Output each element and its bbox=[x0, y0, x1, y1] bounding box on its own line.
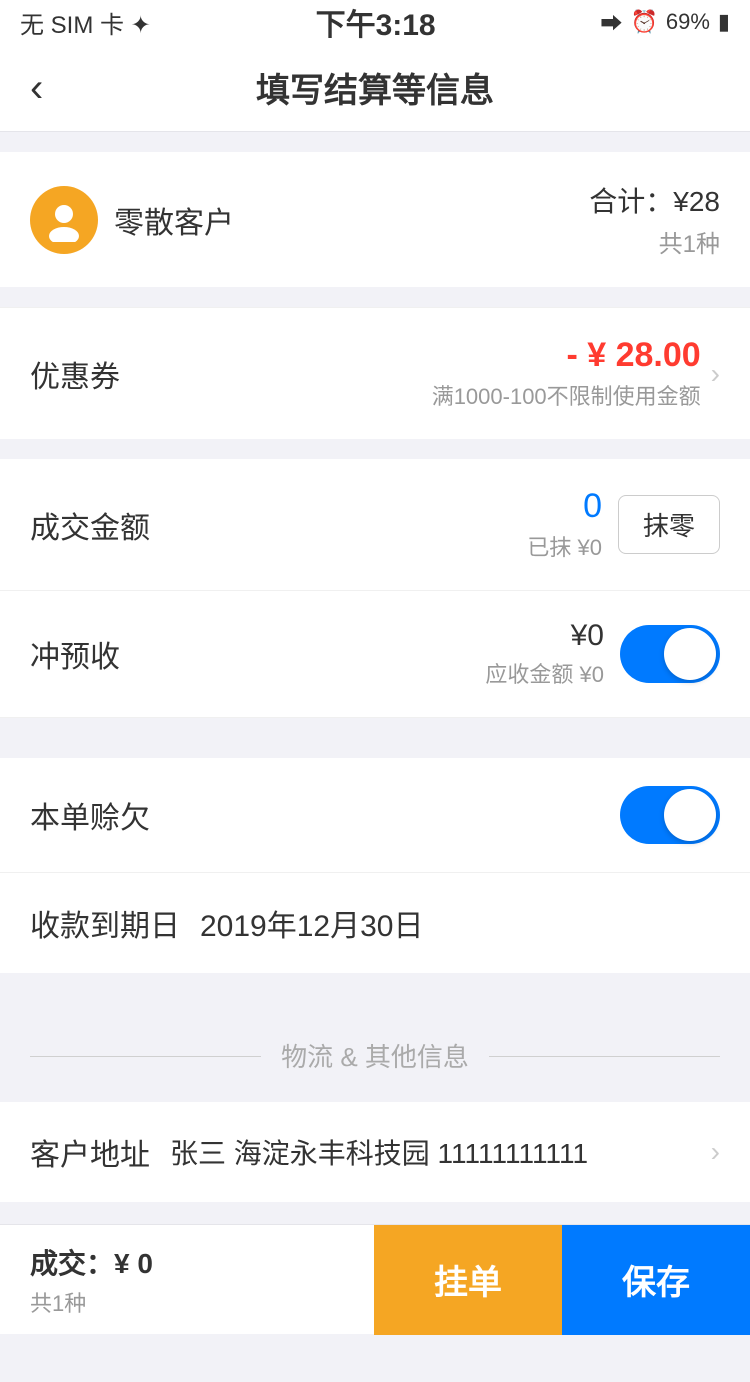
battery-level: 69% bbox=[666, 9, 710, 35]
coupon-right: - ¥ 28.00 满1000-100不限制使用金额 › bbox=[432, 336, 720, 411]
address-section[interactable]: 客户地址 张三 海淀永丰科技园 11111111111 › bbox=[0, 1102, 750, 1202]
logistics-divider: 物流 & 其他信息 bbox=[0, 1013, 750, 1098]
coupon-desc: 满1000-100不限制使用金额 bbox=[432, 379, 701, 411]
debit-toggle-knob bbox=[664, 789, 716, 841]
customer-summary: 合计：¥28 共1种 bbox=[589, 180, 720, 259]
customer-count: 共1种 bbox=[589, 224, 720, 259]
customer-info: 零散客户 bbox=[30, 186, 234, 254]
address-left: 客户地址 张三 海淀永丰科技园 11111111111 bbox=[30, 1130, 588, 1174]
prepayment-value: ¥0 bbox=[485, 619, 604, 653]
address-chevron-icon: › bbox=[711, 1136, 720, 1168]
transaction-amount-label: 成交金额 bbox=[30, 503, 150, 547]
due-date-value: 2019年12月30日 bbox=[200, 901, 423, 945]
bottom-left: 成交：¥ 0 共1种 bbox=[0, 1242, 374, 1318]
coupon-amount: - ¥ 28.00 bbox=[432, 336, 701, 375]
debit-label: 本单赊欠 bbox=[30, 793, 150, 837]
coupon-label: 优惠券 bbox=[30, 352, 120, 396]
section-divider-1 bbox=[0, 439, 750, 459]
bottom-bar: 成交：¥ 0 共1种 挂单 保存 bbox=[0, 1224, 750, 1334]
prepayment-label: 冲预收 bbox=[30, 632, 120, 676]
coupon-section[interactable]: 优惠券 - ¥ 28.00 满1000-100不限制使用金额 › bbox=[0, 307, 750, 439]
prepayment-sub: 应收金额 ¥0 bbox=[485, 657, 604, 689]
customer-section: 零散客户 合计：¥28 共1种 bbox=[0, 152, 750, 287]
debit-toggle[interactable] bbox=[620, 786, 720, 844]
status-left: 无 SIM 卡 ✦ bbox=[20, 5, 151, 40]
debit-section: 本单赊欠 bbox=[0, 758, 750, 872]
address-label: 客户地址 bbox=[30, 1130, 150, 1174]
customer-total: 合计：¥28 bbox=[589, 180, 720, 220]
alarm-icon: ⏰ bbox=[630, 9, 657, 35]
save-button[interactable]: 保存 bbox=[562, 1225, 750, 1335]
pending-button[interactable]: 挂单 bbox=[374, 1225, 562, 1335]
sim-status: 无 SIM 卡 ✦ bbox=[20, 5, 151, 40]
prepayment-right: ¥0 应收金额 ¥0 bbox=[485, 619, 720, 689]
customer-avatar bbox=[30, 186, 98, 254]
status-bar: 无 SIM 卡 ✦ 下午3:18 ⮕ ⏰ 69% ▮ bbox=[0, 0, 750, 44]
page-title: 填写结算等信息 bbox=[256, 63, 494, 112]
prepayment-toggle[interactable] bbox=[620, 625, 720, 683]
status-right: ⮕ ⏰ 69% ▮ bbox=[600, 6, 730, 38]
due-date-label: 收款到期日 bbox=[30, 901, 180, 945]
prepayment-value-group: ¥0 应收金额 ¥0 bbox=[485, 619, 604, 689]
location-icon: ⮕ bbox=[600, 6, 622, 38]
coupon-chevron-icon: › bbox=[711, 358, 720, 390]
customer-name: 零散客户 bbox=[114, 198, 234, 242]
bottom-transaction: 成交：¥ 0 bbox=[30, 1242, 344, 1282]
transaction-label: 成交： bbox=[30, 1248, 114, 1279]
coupon-text: - ¥ 28.00 满1000-100不限制使用金额 bbox=[432, 336, 701, 411]
address-value: 张三 海淀永丰科技园 11111111111 bbox=[170, 1132, 588, 1172]
transaction-value: ¥ 0 bbox=[114, 1248, 153, 1279]
round-zero-button[interactable]: 抹零 bbox=[618, 495, 720, 554]
prepayment-row: 冲预收 ¥0 应收金额 ¥0 bbox=[0, 591, 750, 718]
back-button[interactable]: ‹ bbox=[30, 68, 43, 108]
transaction-amount-right: 0 已抹 ¥0 抹零 bbox=[527, 487, 720, 562]
section-divider-3 bbox=[0, 973, 750, 993]
battery-icon: ▮ bbox=[718, 9, 730, 35]
section-divider-2 bbox=[0, 718, 750, 738]
transaction-amount-sub: 已抹 ¥0 bbox=[527, 530, 602, 562]
form-section: 成交金额 0 已抹 ¥0 抹零 冲预收 ¥0 应收金额 ¥0 bbox=[0, 459, 750, 718]
nav-bar: ‹ 填写结算等信息 bbox=[0, 44, 750, 132]
transaction-amount-value: 0 bbox=[527, 487, 602, 526]
status-time: 下午3:18 bbox=[316, 0, 436, 44]
transaction-amount-value-group: 0 已抹 ¥0 bbox=[527, 487, 602, 562]
due-date-section: 收款到期日 2019年12月30日 bbox=[0, 872, 750, 973]
bottom-count: 共1种 bbox=[30, 1286, 344, 1318]
transaction-amount-row: 成交金额 0 已抹 ¥0 抹零 bbox=[0, 459, 750, 591]
toggle-knob bbox=[664, 628, 716, 680]
logistics-text: 物流 & 其他信息 bbox=[261, 1042, 489, 1072]
